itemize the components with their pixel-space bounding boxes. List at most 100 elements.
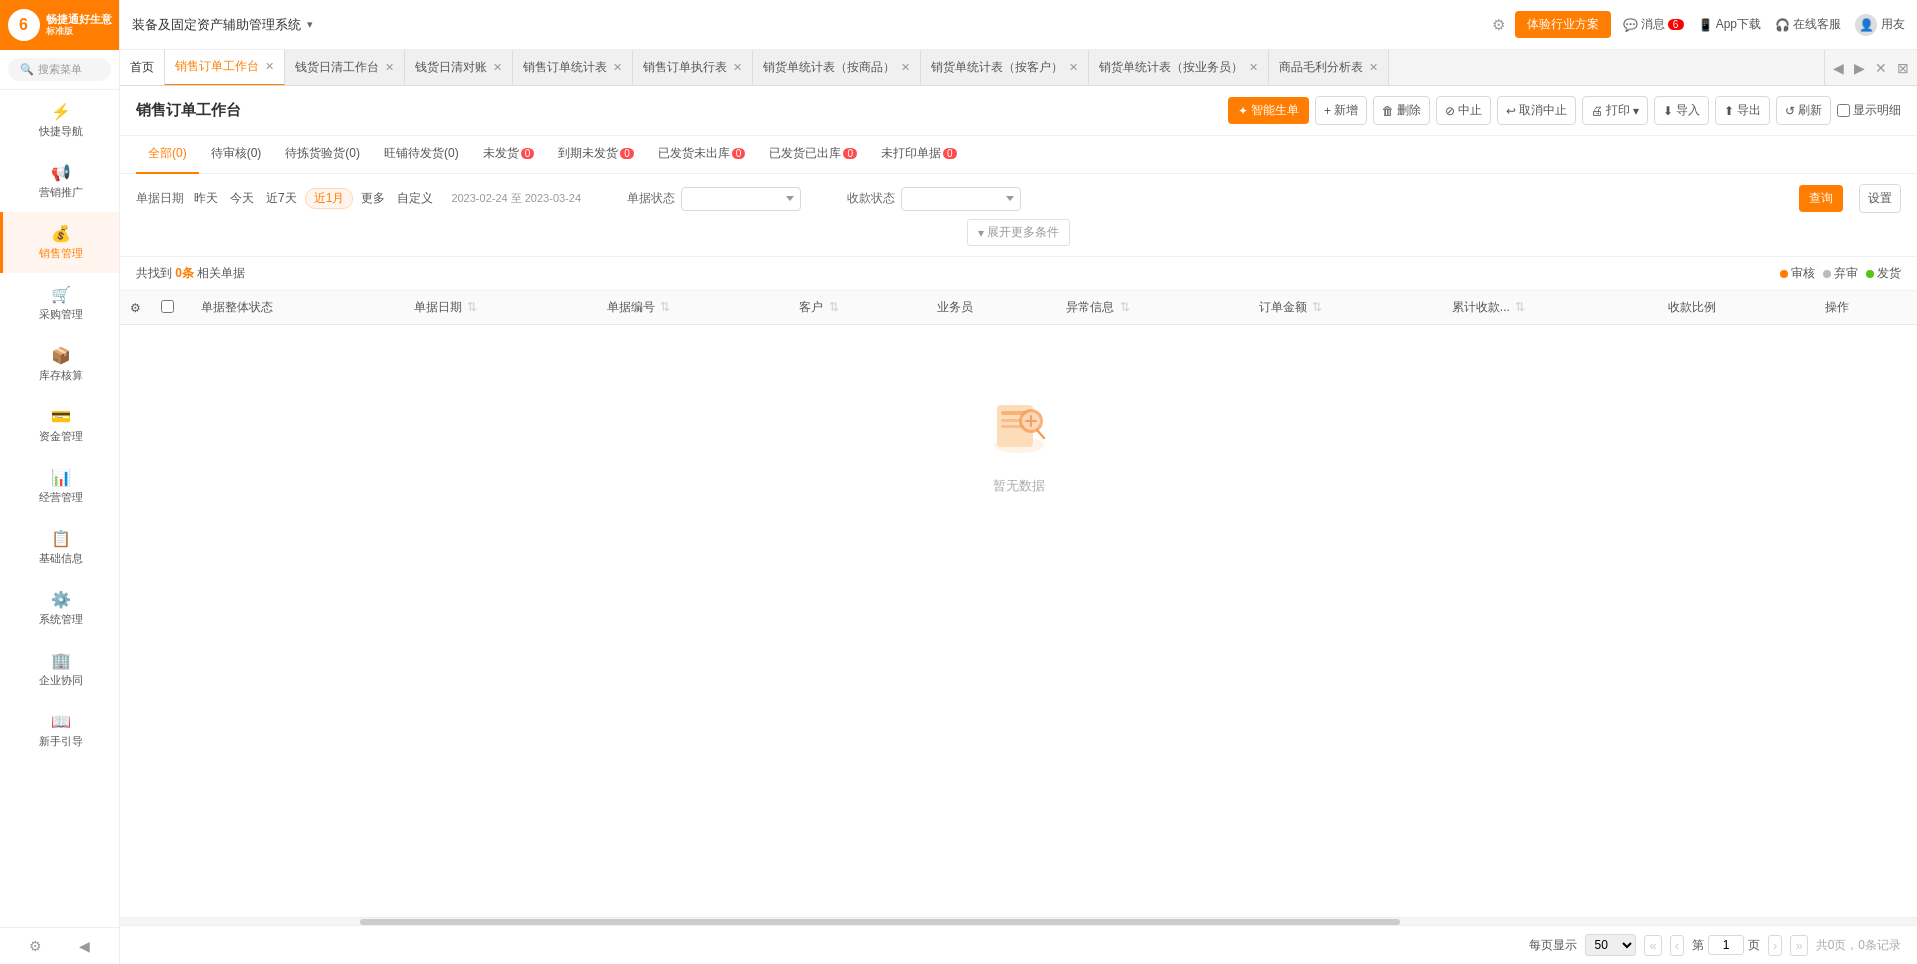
last-page-btn[interactable]: » bbox=[1790, 935, 1807, 956]
config-icon[interactable]: ⚙ bbox=[130, 301, 141, 315]
delete-btn[interactable]: 🗑 删除 bbox=[1373, 96, 1430, 125]
sort-number-icon[interactable]: ⇅ bbox=[660, 300, 670, 314]
sort-customer-icon[interactable]: ⇅ bbox=[829, 300, 839, 314]
th-date[interactable]: 单据日期 ⇅ bbox=[404, 291, 597, 325]
app-download-action[interactable]: 📱 App下载 bbox=[1698, 16, 1761, 33]
tabs-close-all-btn[interactable]: ⊠ bbox=[1893, 60, 1913, 76]
sidebar-item-finance[interactable]: 💳 资金管理 bbox=[0, 395, 119, 456]
sidebar-search-area[interactable]: 🔍 搜索菜单 bbox=[0, 50, 119, 90]
tab-cash-reconcile[interactable]: 钱货日清对账 ✕ bbox=[405, 50, 513, 86]
sidebar-item-quick[interactable]: ⚡ 快捷导航 bbox=[0, 90, 119, 151]
tabs-scroll-right-btn[interactable]: ▶ bbox=[1850, 60, 1869, 76]
sidebar-item-basic[interactable]: 📋 基础信息 bbox=[0, 517, 119, 578]
print-btn[interactable]: 🖨 打印 ▾ bbox=[1582, 96, 1648, 125]
close-tab-cash-daily[interactable]: ✕ bbox=[385, 61, 394, 74]
per-page-select[interactable]: 50 10 20 100 bbox=[1585, 934, 1636, 956]
query-btn[interactable]: 查询 bbox=[1799, 185, 1843, 212]
system-dropdown[interactable]: ▾ bbox=[307, 18, 313, 31]
sidebar-item-sales[interactable]: 💰 销售管理 bbox=[0, 212, 119, 273]
th-abnormal[interactable]: 异常信息 ⇅ bbox=[1056, 291, 1249, 325]
export-btn[interactable]: ⬆ 导出 bbox=[1715, 96, 1770, 125]
subtab-shipped-out[interactable]: 已发货已出库 0 bbox=[757, 136, 869, 174]
tab-sales-stat[interactable]: 销售订单统计表 ✕ bbox=[513, 50, 633, 86]
close-tab-cash-reconcile[interactable]: ✕ bbox=[493, 61, 502, 74]
tab-sales-order[interactable]: 销售订单工作台 ✕ bbox=[165, 50, 285, 86]
tabs-scroll-left-btn[interactable]: ◀ bbox=[1829, 60, 1848, 76]
tab-cash-daily[interactable]: 钱货日清工作台 ✕ bbox=[285, 50, 405, 86]
tab-sales-exec[interactable]: 销售订单执行表 ✕ bbox=[633, 50, 753, 86]
date-more-btn[interactable]: 更多 bbox=[357, 188, 389, 209]
gear-icon[interactable]: ⚙ bbox=[1492, 16, 1505, 34]
ship-action-btn[interactable]: 发货 bbox=[1866, 265, 1901, 282]
scrollbar-thumb[interactable] bbox=[360, 919, 1400, 925]
smart-generate-btn[interactable]: ✦ 智能生单 bbox=[1228, 97, 1309, 124]
th-customer[interactable]: 客户 ⇅ bbox=[789, 291, 926, 325]
expand-filter-btn[interactable]: ▾ 展开更多条件 bbox=[967, 219, 1070, 246]
th-checkbox[interactable] bbox=[151, 291, 191, 325]
prev-page-btn[interactable]: ‹ bbox=[1670, 935, 1684, 956]
refresh-btn[interactable]: ↺ 刷新 bbox=[1776, 96, 1831, 125]
collapse-sidebar-btn[interactable]: ◀ bbox=[79, 938, 90, 954]
subtab-not-printed[interactable]: 未打印单据 0 bbox=[869, 136, 969, 174]
date-today-btn[interactable]: 今天 bbox=[226, 188, 258, 209]
subtab-wangpu[interactable]: 旺铺待发货(0) bbox=[372, 136, 471, 174]
sidebar-item-enterprise[interactable]: 🏢 企业协同 bbox=[0, 639, 119, 700]
payment-select[interactable] bbox=[901, 187, 1021, 211]
import-btn[interactable]: ⬇ 导入 bbox=[1654, 96, 1709, 125]
horizontal-scrollbar[interactable] bbox=[120, 917, 1917, 925]
add-btn[interactable]: + 新增 bbox=[1315, 96, 1367, 125]
close-tab-margin-analysis[interactable]: ✕ bbox=[1369, 61, 1378, 74]
sort-date-icon[interactable]: ⇅ bbox=[467, 300, 477, 314]
date-1month-btn[interactable]: 近1月 bbox=[305, 188, 354, 209]
th-number[interactable]: 单据编号 ⇅ bbox=[597, 291, 790, 325]
sidebar-item-inventory[interactable]: 📦 库存核算 bbox=[0, 334, 119, 395]
settings-footer-btn[interactable]: ⚙ bbox=[29, 938, 42, 954]
message-action[interactable]: 💬 消息 6 bbox=[1623, 16, 1684, 33]
tab-sales-stat-prod[interactable]: 销货单统计表（按商品） ✕ bbox=[753, 50, 921, 86]
close-tab-sales-stat-prod[interactable]: ✕ bbox=[901, 61, 910, 74]
cancel-stop-btn[interactable]: ↩ 取消中止 bbox=[1497, 96, 1576, 125]
stop-btn[interactable]: ⊘ 中止 bbox=[1436, 96, 1491, 125]
page-input[interactable] bbox=[1708, 935, 1744, 955]
date-custom-btn[interactable]: 自定义 bbox=[393, 188, 437, 209]
search-input-area[interactable]: 🔍 搜索菜单 bbox=[8, 58, 111, 81]
sidebar-item-purchase[interactable]: 🛒 采购管理 bbox=[0, 273, 119, 334]
sort-abnormal-icon[interactable]: ⇅ bbox=[1120, 300, 1130, 314]
subtab-not-shipped[interactable]: 未发货 0 bbox=[471, 136, 547, 174]
select-all-checkbox[interactable] bbox=[161, 300, 174, 313]
sidebar-item-guide[interactable]: 📖 新手引导 bbox=[0, 700, 119, 761]
date-yesterday-btn[interactable]: 昨天 bbox=[190, 188, 222, 209]
status-select[interactable] bbox=[681, 187, 801, 211]
tabs-close-current-btn[interactable]: ✕ bbox=[1871, 60, 1891, 76]
sort-received-icon[interactable]: ⇅ bbox=[1515, 300, 1525, 314]
date-7days-btn[interactable]: 近7天 bbox=[262, 188, 301, 209]
subtab-shipped-not-out[interactable]: 已发货未出库 0 bbox=[646, 136, 758, 174]
user-menu[interactable]: 👤 用友 bbox=[1855, 14, 1905, 36]
close-tab-sales-stat-cust[interactable]: ✕ bbox=[1069, 61, 1078, 74]
th-received[interactable]: 累计收款... ⇅ bbox=[1442, 291, 1658, 325]
next-page-btn[interactable]: › bbox=[1768, 935, 1782, 956]
sort-amount-icon[interactable]: ⇅ bbox=[1312, 300, 1322, 314]
filter-settings-btn[interactable]: 设置 bbox=[1859, 184, 1901, 213]
tab-margin-analysis[interactable]: 商品毛利分析表 ✕ bbox=[1269, 50, 1389, 86]
subtab-pending-review[interactable]: 待审核(0) bbox=[199, 136, 274, 174]
tab-sales-stat-cust[interactable]: 销货单统计表（按客户） ✕ bbox=[921, 50, 1089, 86]
subtab-pending-inspect[interactable]: 待拣货验货(0) bbox=[273, 136, 372, 174]
close-tab-sales-stat[interactable]: ✕ bbox=[613, 61, 622, 74]
th-amount[interactable]: 订单金额 ⇅ bbox=[1249, 291, 1442, 325]
industry-btn[interactable]: 体验行业方案 bbox=[1515, 11, 1611, 38]
subtab-all[interactable]: 全部(0) bbox=[136, 136, 199, 174]
unreviewed-btn[interactable]: 弃审 bbox=[1823, 265, 1858, 282]
sidebar-item-operation[interactable]: 📊 经营管理 bbox=[0, 456, 119, 517]
close-tab-sales-stat-staff[interactable]: ✕ bbox=[1249, 61, 1258, 74]
th-config[interactable]: ⚙ bbox=[120, 291, 151, 325]
first-page-btn[interactable]: « bbox=[1644, 935, 1661, 956]
show-detail-checkbox[interactable]: 显示明细 bbox=[1837, 102, 1901, 119]
sidebar-item-marketing[interactable]: 📢 营销推广 bbox=[0, 151, 119, 212]
close-tab-sales-order[interactable]: ✕ bbox=[265, 60, 274, 73]
online-service-action[interactable]: 🎧 在线客服 bbox=[1775, 16, 1841, 33]
close-tab-sales-exec[interactable]: ✕ bbox=[733, 61, 742, 74]
subtab-overdue-not-shipped[interactable]: 到期未发货 0 bbox=[546, 136, 646, 174]
tab-sales-stat-staff[interactable]: 销货单统计表（按业务员） ✕ bbox=[1089, 50, 1269, 86]
review-btn[interactable]: 审核 bbox=[1780, 265, 1815, 282]
